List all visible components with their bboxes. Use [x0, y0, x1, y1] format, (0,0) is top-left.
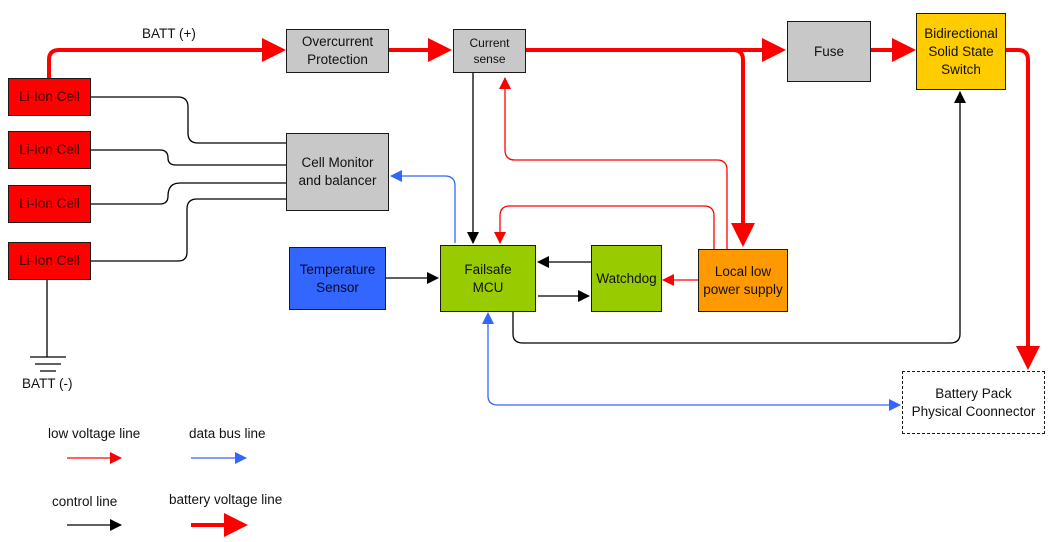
data-bus-mcu-to-cell-monitor — [390, 170, 456, 243]
solid-state-switch-block: Bidirectional Solid State Switch — [916, 13, 1006, 90]
battery-line-switch-to-connector — [1005, 48, 1040, 370]
li-ion-cell-4: Li-Ion Cell — [8, 242, 91, 280]
cell-sense-wire-1 — [90, 96, 287, 144]
overcurrent-protection-block: Overcurrent Protection — [286, 29, 389, 73]
battery-line-to-local-supply — [526, 48, 755, 247]
failsafe-mcu-block: Failsafe MCU — [440, 245, 536, 312]
legend-battery-voltage-label: battery voltage line — [169, 492, 283, 507]
temperature-sensor-block: Temperature Sensor — [289, 247, 386, 310]
data-bus-mcu-to-connector — [482, 312, 901, 411]
low-voltage-supply-to-mcu — [494, 205, 715, 249]
ground-icon — [30, 356, 66, 372]
li-ion-cell-3: Li-Ion Cell — [8, 185, 91, 223]
watchdog-block: Watchdog — [591, 245, 662, 312]
li-ion-cell-1: Li-Ion Cell — [8, 78, 91, 116]
battery-line-cell-to-overcurrent — [47, 38, 286, 78]
cell-sense-wire-4 — [90, 198, 287, 262]
cell-monitor-block: Cell Monitor and balancer — [286, 133, 389, 211]
batt-positive-label: BATT (+) — [142, 26, 196, 41]
batt-negative-label: BATT (-) — [22, 376, 73, 391]
cell-sense-wire-3 — [90, 182, 287, 205]
local-power-supply-block: Local low power supply — [698, 249, 788, 312]
current-sense-block: Current sense — [453, 29, 526, 73]
legend-low-voltage-label: low voltage line — [48, 426, 141, 441]
fuse-block: Fuse — [787, 21, 871, 82]
cell-sense-wire-2 — [90, 149, 287, 166]
li-ion-cell-2: Li-Ion Cell — [8, 131, 91, 169]
battery-pack-connector-block: Battery Pack Physical Coonnector — [902, 371, 1045, 434]
legend-data-bus-label: data bus line — [189, 426, 266, 441]
low-voltage-supply-to-sense — [499, 77, 728, 249]
legend-control-label: control line — [52, 494, 118, 509]
